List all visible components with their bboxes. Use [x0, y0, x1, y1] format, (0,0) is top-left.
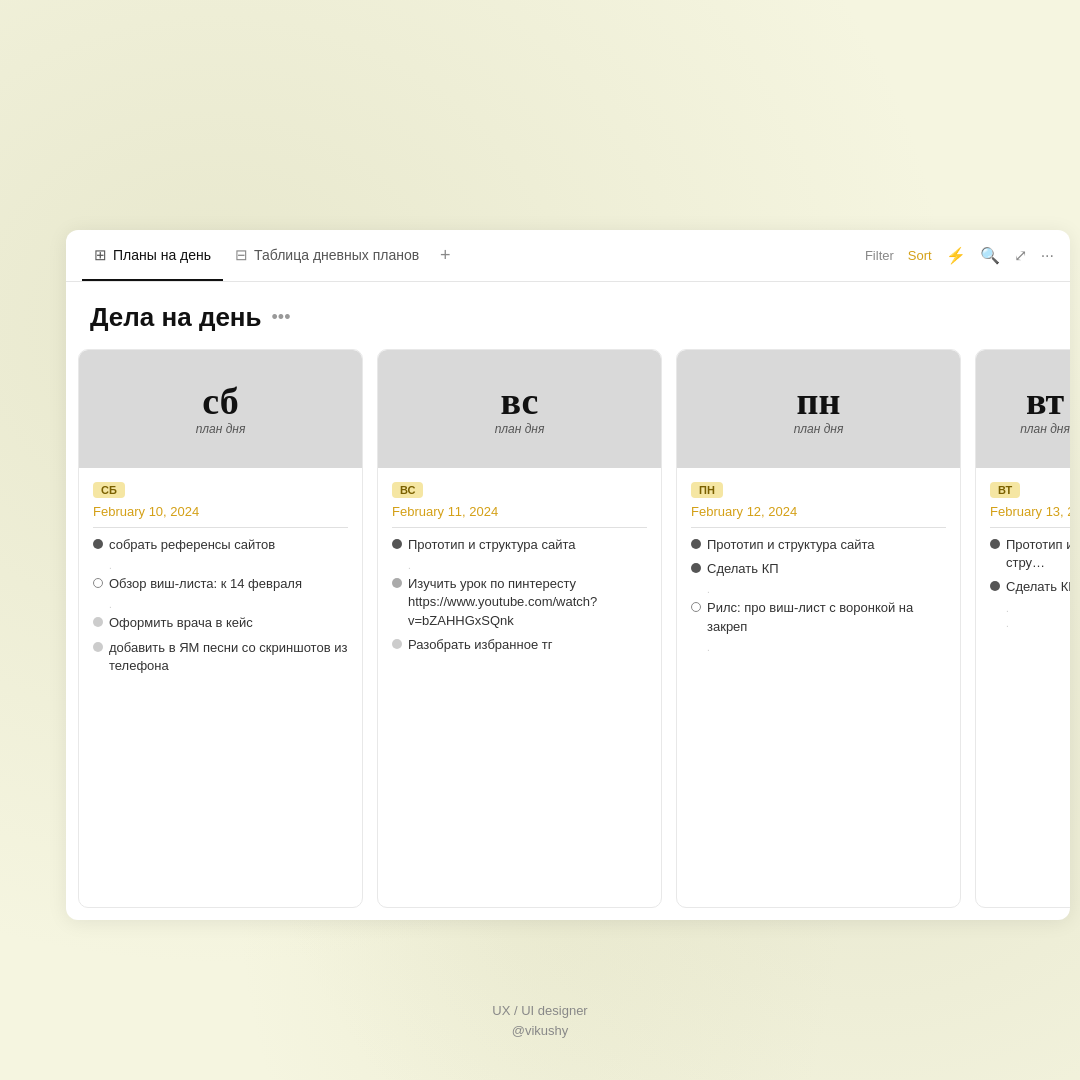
card-date-card-vt: February 13, 2024	[990, 504, 1070, 519]
expand-icon[interactable]: ⤢	[1014, 246, 1027, 265]
cards-container: сб план дня СБ February 10, 2024 собрать реф…	[66, 349, 1070, 920]
card-thumb-day-card-pn: пн	[797, 382, 841, 420]
task-text: добавить в ЯМ песни со скриншотов из тел…	[109, 639, 348, 675]
card-divider-card-vs	[392, 527, 647, 528]
task-dot-icon	[392, 539, 402, 549]
tab-table-label: Таблица дневных планов	[254, 247, 419, 263]
lightning-icon[interactable]: ⚡	[946, 246, 966, 265]
task-text: Прототип и стру…	[1006, 536, 1070, 572]
card-thumb-subtitle-card-pn: план дня	[794, 422, 844, 436]
card-tag-card-sb: СБ	[93, 482, 125, 498]
card-thumbnail-card-sb: сб план дня	[79, 350, 362, 468]
task-text: Прототип и структура сайта	[707, 536, 874, 554]
card-divider-card-vt	[990, 527, 1070, 528]
task-item: Сделать КП	[691, 560, 946, 578]
task-item: Прототип и структура сайта	[691, 536, 946, 554]
card-card-pn: пн план дня ПН February 12, 2024 Прототип и …	[676, 349, 961, 908]
card-body-card-vt: ВТ February 13, 2024 Прототип и стру… Сдела…	[976, 468, 1070, 907]
task-text: Изучить урок по пинтересту https://www.y…	[408, 575, 647, 630]
task-text: Сделать КП	[707, 560, 779, 578]
task-item: Прототип и структура сайта	[392, 536, 647, 554]
task-dot-icon	[990, 539, 1000, 549]
task-item: Рилс: про виш-лист с воронкой на закреп	[691, 599, 946, 635]
search-icon[interactable]: 🔍	[980, 246, 1000, 265]
card-thumbnail-card-pn: пн план дня	[677, 350, 960, 468]
task-dot-icon	[93, 642, 103, 652]
task-dot-icon	[691, 539, 701, 549]
task-separator: .	[707, 642, 946, 653]
add-tab-button[interactable]: +	[431, 242, 459, 270]
card-thumb-subtitle-card-vs: план дня	[495, 422, 545, 436]
task-item: Обзор виш-листа: к 14 февраля	[93, 575, 348, 593]
task-item: собрать референсы сайтов	[93, 536, 348, 554]
task-separator: .	[408, 560, 647, 571]
card-body-card-sb: СБ February 10, 2024 собрать референсы сай…	[79, 468, 362, 907]
card-tag-card-vs: ВС	[392, 482, 423, 498]
task-separator: .	[109, 599, 348, 610]
task-dot-icon	[691, 563, 701, 573]
tab-bar: ⊞ Планы на день ⊟ Таблица дневных планов…	[66, 230, 1070, 282]
task-text: Обзор виш-листа: к 14 февраля	[109, 575, 302, 593]
task-item: Сделать КП	[990, 578, 1070, 596]
task-item: Оформить врача в кейс	[93, 614, 348, 632]
tab-table-icon: ⊟	[235, 246, 248, 264]
card-divider-card-sb	[93, 527, 348, 528]
task-text: Оформить врача в кейс	[109, 614, 253, 632]
task-circle-icon	[93, 578, 103, 588]
task-dot-icon	[392, 578, 402, 588]
task-text: Сделать КП	[1006, 578, 1070, 596]
tab-table[interactable]: ⊟ Таблица дневных планов	[223, 230, 431, 281]
task-separator: .	[109, 560, 348, 571]
task-text: Разобрать избранное тг	[408, 636, 552, 654]
card-thumb-subtitle-card-vt: план дня	[1020, 422, 1070, 436]
title-menu-icon[interactable]: •••	[272, 307, 291, 328]
task-item: Прототип и стру…	[990, 536, 1070, 572]
tab-plans-label: Планы на день	[113, 247, 211, 263]
card-date-card-pn: February 12, 2024	[691, 504, 946, 519]
task-separator: .	[707, 584, 946, 595]
filter-button[interactable]: Filter	[865, 248, 894, 263]
page-title-row: Дела на день •••	[66, 282, 1070, 349]
page-title: Дела на день	[90, 302, 262, 333]
task-separator: .	[1006, 603, 1070, 614]
tab-plans-icon: ⊞	[94, 246, 107, 264]
card-thumb-day-card-sb: сб	[202, 382, 238, 420]
footer: UX / UI designer @vikushy	[492, 1001, 587, 1040]
card-body-card-vs: ВС February 11, 2024 Прототип и структура …	[378, 468, 661, 907]
card-thumbnail-card-vs: вс план дня	[378, 350, 661, 468]
task-separator: .	[1006, 618, 1070, 629]
card-tag-card-vt: ВТ	[990, 482, 1020, 498]
task-item: добавить в ЯМ песни со скриншотов из тел…	[93, 639, 348, 675]
card-thumb-day-card-vt: вт	[1026, 382, 1064, 420]
card-card-sb: сб план дня СБ February 10, 2024 собрать реф…	[78, 349, 363, 908]
footer-line2: @vikushy	[492, 1021, 587, 1041]
task-text: собрать референсы сайтов	[109, 536, 275, 554]
footer-line1: UX / UI designer	[492, 1001, 587, 1021]
task-circle-icon	[691, 602, 701, 612]
sort-button[interactable]: Sort	[908, 248, 932, 263]
task-text: Рилс: про виш-лист с воронкой на закреп	[707, 599, 946, 635]
card-divider-card-pn	[691, 527, 946, 528]
card-thumb-subtitle-card-sb: план дня	[196, 422, 246, 436]
task-dot-icon	[990, 581, 1000, 591]
card-tag-card-pn: ПН	[691, 482, 723, 498]
task-dot-icon	[93, 539, 103, 549]
card-body-card-pn: ПН February 12, 2024 Прототип и структура …	[677, 468, 960, 907]
task-item: Изучить урок по пинтересту https://www.y…	[392, 575, 647, 630]
card-thumbnail-card-vt: вт план дня	[976, 350, 1070, 468]
tab-plans[interactable]: ⊞ Планы на день	[82, 230, 223, 281]
card-card-vt: вт план дня ВТ February 13, 2024 Прототип и …	[975, 349, 1070, 908]
task-text: Прототип и структура сайта	[408, 536, 575, 554]
main-panel: ⊞ Планы на день ⊟ Таблица дневных планов…	[66, 230, 1070, 920]
card-date-card-vs: February 11, 2024	[392, 504, 647, 519]
task-dot-icon	[392, 639, 402, 649]
card-thumb-day-card-vs: вс	[501, 382, 539, 420]
more-icon[interactable]: ···	[1041, 247, 1054, 265]
task-item: Разобрать избранное тг	[392, 636, 647, 654]
card-card-vs: вс план дня ВС February 11, 2024 Прототип и …	[377, 349, 662, 908]
task-dot-icon	[93, 617, 103, 627]
card-date-card-sb: February 10, 2024	[93, 504, 348, 519]
tab-bar-actions: Filter Sort ⚡ 🔍 ⤢ ···	[865, 246, 1054, 265]
